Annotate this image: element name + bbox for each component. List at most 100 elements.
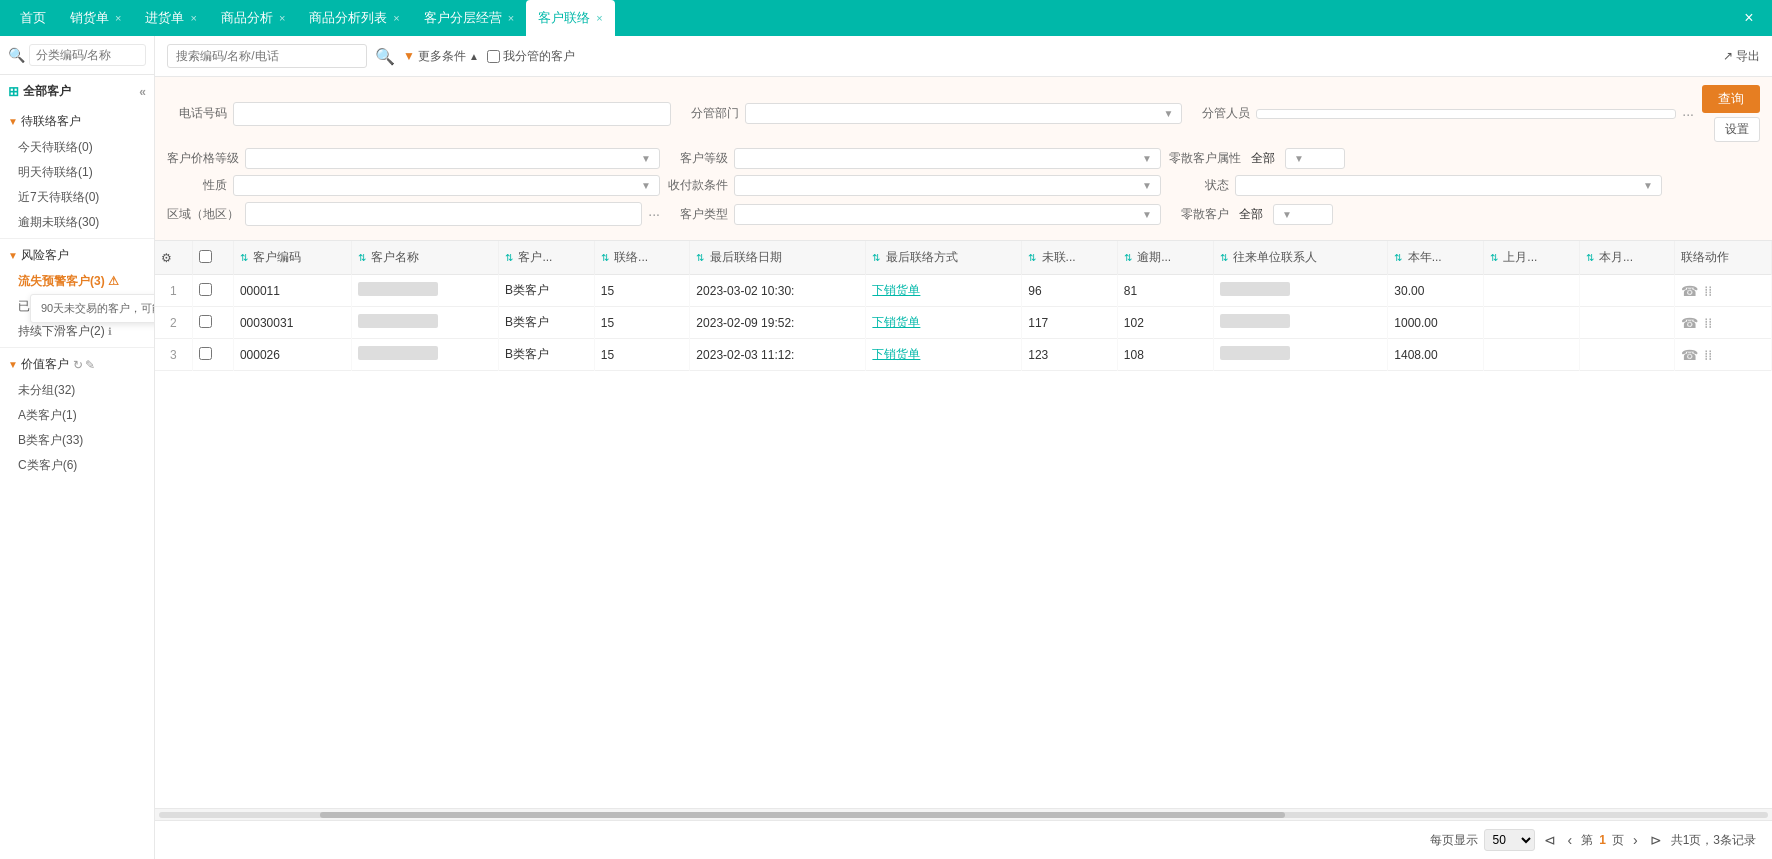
payment-select[interactable]: ▼: [734, 175, 1161, 196]
customer-level-select[interactable]: ▼: [734, 148, 1161, 169]
row-checkbox-2[interactable]: [192, 339, 233, 371]
filter-person: 分管人员 ···: [1190, 105, 1694, 122]
row-last-method-0[interactable]: 下销货单: [866, 275, 1022, 307]
export-button[interactable]: ↗ 导出: [1723, 48, 1760, 65]
nav-home[interactable]: 首页: [8, 0, 58, 36]
table-row: 1 000011 B类客户 15 2023-03-02 10:30: 下销货单 …: [155, 275, 1772, 307]
first-page-button[interactable]: ⊲: [1541, 832, 1559, 848]
nav-customer-contact-close[interactable]: ×: [596, 12, 602, 24]
sidebar-item-overdue[interactable]: 逾期未联络(30): [0, 210, 154, 235]
retail-attr-select[interactable]: ▼: [1285, 148, 1345, 169]
col-contact-person[interactable]: ⇅ 往来单位联系人: [1213, 241, 1388, 275]
nav-product-analysis[interactable]: 商品分析 ×: [209, 0, 297, 36]
col-level[interactable]: ⇅ 客户...: [499, 241, 595, 275]
search-button[interactable]: 🔍: [375, 47, 395, 66]
row-last-method-2[interactable]: 下销货单: [866, 339, 1022, 371]
col-last-month[interactable]: ⇅ 上月...: [1483, 241, 1579, 275]
row-checkbox-1[interactable]: [192, 307, 233, 339]
nature-select[interactable]: ▼: [233, 175, 660, 196]
last-page-button[interactable]: ⊳: [1647, 832, 1665, 848]
person-select[interactable]: [1256, 109, 1676, 119]
row-checkbox-0[interactable]: [192, 275, 233, 307]
contact-icon-0[interactable]: ☎: [1681, 283, 1698, 299]
sort-icon-contact: ⇅: [601, 252, 609, 263]
sidebar-item-ungrouped[interactable]: 未分组(32): [0, 378, 154, 403]
sort-icon-person: ⇅: [1220, 252, 1228, 263]
window-close-button[interactable]: ×: [1734, 3, 1764, 33]
row-uncontacted-1: 117: [1022, 307, 1118, 339]
my-customers-checkbox-label[interactable]: 我分管的客户: [487, 48, 575, 65]
nav-product-analysis-close[interactable]: ×: [279, 12, 285, 24]
sidebar-item-b-class[interactable]: B类客户(33): [0, 428, 154, 453]
table-row: 3 000026 B类客户 15 2023-02-03 11:12: 下销货单 …: [155, 339, 1772, 371]
my-customers-checkbox[interactable]: [487, 50, 500, 63]
col-this-month[interactable]: ⇅ 本月...: [1579, 241, 1675, 275]
nav-customer-segment[interactable]: 客户分层经营 ×: [412, 0, 526, 36]
nav-product-list-close[interactable]: ×: [393, 12, 399, 24]
search-input[interactable]: [167, 44, 367, 68]
nav-purchase[interactable]: 进货单 ×: [133, 0, 208, 36]
nav-customer-segment-close[interactable]: ×: [508, 12, 514, 24]
status-chevron-icon: ▼: [1643, 180, 1653, 191]
more-icon-0[interactable]: ⁞⁞: [1704, 283, 1712, 299]
row-this-month-1: [1579, 307, 1675, 339]
row-last-method-1[interactable]: 下销货单: [866, 307, 1022, 339]
row-overdue-2: 108: [1117, 339, 1213, 371]
sort-icon-name: ⇅: [358, 252, 366, 263]
col-overdue[interactable]: ⇅ 逾期...: [1117, 241, 1213, 275]
status-select[interactable]: ▼: [1235, 175, 1662, 196]
region-input[interactable]: [245, 202, 642, 226]
collapse-icon[interactable]: «: [139, 85, 146, 99]
sidebar-search-input[interactable]: [29, 44, 146, 66]
row-num-1: 2: [155, 307, 192, 339]
col-checkbox[interactable]: [192, 241, 233, 275]
col-name[interactable]: ⇅ 客户名称: [351, 241, 498, 275]
settings-button[interactable]: 设置: [1714, 117, 1760, 142]
sidebar-item-tomorrow[interactable]: 明天待联络(1): [0, 160, 154, 185]
query-button[interactable]: 查询: [1702, 85, 1760, 113]
nav-sales-close[interactable]: ×: [115, 12, 121, 24]
refresh-icon[interactable]: ↻: [73, 358, 83, 372]
edit-group-icon[interactable]: ✎: [85, 358, 95, 372]
nav-purchase-close[interactable]: ×: [190, 12, 196, 24]
select-all-checkbox[interactable]: [199, 250, 212, 263]
col-uncontacted[interactable]: ⇅ 未联...: [1022, 241, 1118, 275]
dept-select[interactable]: ▼: [745, 103, 1183, 124]
contact-icon-1[interactable]: ☎: [1681, 315, 1698, 331]
sidebar-group-pending[interactable]: ▼ 待联络客户: [0, 108, 154, 135]
row-level-0: B类客户: [499, 275, 595, 307]
sidebar-item-a-class[interactable]: A类客户(1): [0, 403, 154, 428]
contact-icon-2[interactable]: ☎: [1681, 347, 1698, 363]
sidebar-item-today[interactable]: 今天待联络(0): [0, 135, 154, 160]
col-this-year[interactable]: ⇅ 本年...: [1388, 241, 1484, 275]
col-last-method[interactable]: ⇅ 最后联络方式: [866, 241, 1022, 275]
sidebar-item-loss-warning[interactable]: 流失预警客户(3) ⚠: [0, 269, 154, 294]
price-level-select[interactable]: ▼: [245, 148, 660, 169]
horizontal-scrollbar[interactable]: [155, 808, 1772, 820]
sidebar-all-customers[interactable]: ⊞ 全部客户 «: [0, 75, 154, 108]
retail-customer-select[interactable]: ▼: [1273, 204, 1333, 225]
col-contact-count[interactable]: ⇅ 联络...: [594, 241, 690, 275]
sidebar-search-area: 🔍: [0, 36, 154, 75]
nav-product-list[interactable]: 商品分析列表 ×: [297, 0, 411, 36]
nav-sales[interactable]: 销货单 ×: [58, 0, 133, 36]
sidebar-item-7days[interactable]: 近7天待联络(0): [0, 185, 154, 210]
col-settings[interactable]: ⚙: [155, 241, 192, 275]
sidebar-group-risk[interactable]: ▼ 风险客户: [0, 242, 154, 269]
sidebar-group-value[interactable]: ▼ 价值客户 ↻ ✎: [0, 351, 154, 378]
nav-customer-contact[interactable]: 客户联络 ×: [526, 0, 614, 36]
col-code[interactable]: ⇅ 客户编码: [233, 241, 351, 275]
prev-page-button[interactable]: ‹: [1565, 832, 1576, 848]
more-icon-1[interactable]: ⁞⁞: [1704, 315, 1712, 331]
more-icon-2[interactable]: ⁞⁞: [1704, 347, 1712, 363]
sidebar-item-c-class[interactable]: C类客户(6): [0, 453, 154, 478]
next-page-button[interactable]: ›: [1630, 832, 1641, 848]
customer-type-select[interactable]: ▼: [734, 204, 1161, 225]
per-page-select[interactable]: 50 100: [1484, 829, 1535, 851]
phone-input[interactable]: [233, 102, 671, 126]
person-dots-button[interactable]: ···: [1682, 106, 1694, 122]
row-uncontacted-2: 123: [1022, 339, 1118, 371]
col-last-date[interactable]: ⇅ 最后联络日期: [690, 241, 866, 275]
more-conditions-button[interactable]: ▼ 更多条件 ▲: [403, 48, 479, 65]
region-dots-button[interactable]: ···: [648, 206, 660, 222]
